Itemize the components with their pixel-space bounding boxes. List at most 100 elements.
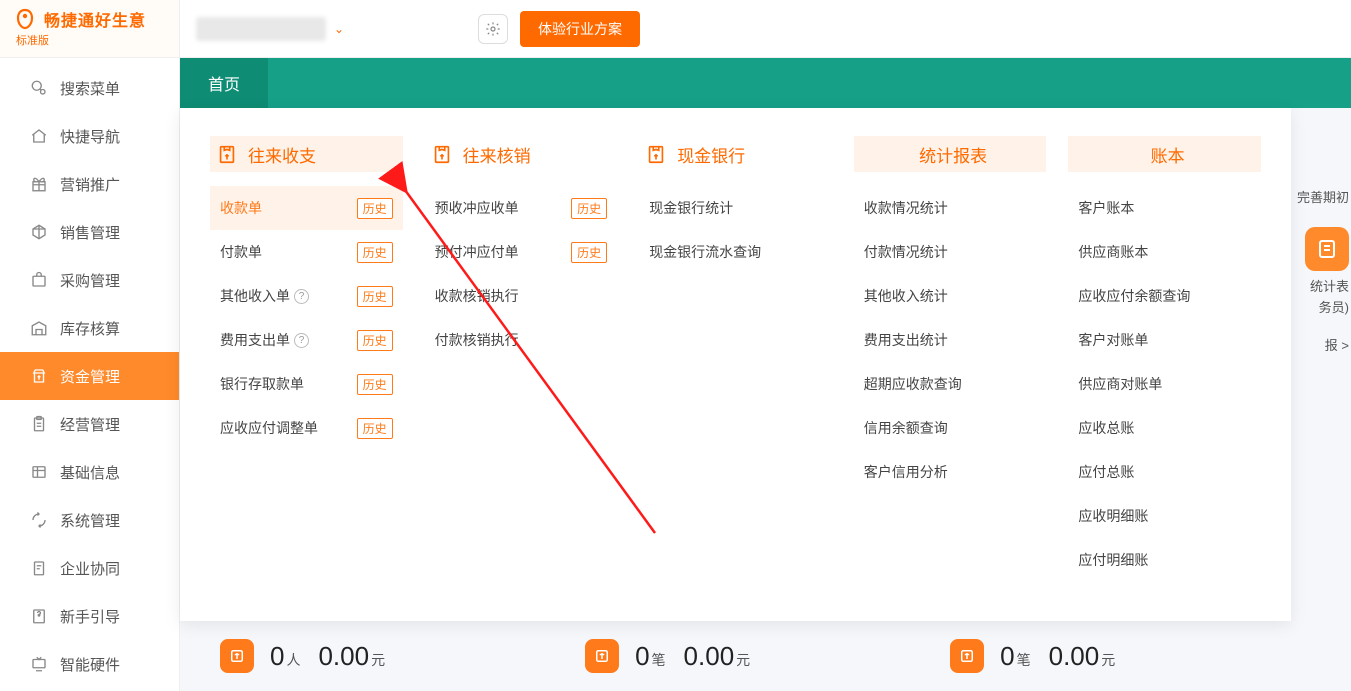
mega-item[interactable]: 超期应收款查询 <box>854 362 1047 406</box>
right-hint-1[interactable]: 完善期初 <box>1297 188 1351 209</box>
mega-item[interactable]: 供应商对账单 <box>1068 362 1261 406</box>
mega-item[interactable]: 客户信用分析 <box>854 450 1047 494</box>
settings-button[interactable] <box>478 14 508 44</box>
sidebar-item-10[interactable]: 企业协同 <box>0 544 179 592</box>
mega-item[interactable]: 付款核销执行 <box>425 318 618 362</box>
mega-item-label: 客户信用分析 <box>864 462 948 482</box>
mega-item[interactable]: 应付明细账 <box>1068 538 1261 582</box>
sidebar-item-11[interactable]: 新手引导 <box>0 592 179 640</box>
sidebar-item-7[interactable]: 经营管理 <box>0 400 179 448</box>
mega-item[interactable]: 应收应付余额查询 <box>1068 274 1261 318</box>
mega-item[interactable]: 供应商账本 <box>1068 230 1261 274</box>
sidebar-item-label: 系统管理 <box>60 510 120 531</box>
mega-column-header: 往来核销 <box>425 136 618 172</box>
mega-item[interactable]: 应收应付调整单 历史 <box>210 406 403 450</box>
sidebar-item-12[interactable]: 智能硬件 <box>0 640 179 688</box>
brand-logo-icon <box>12 6 38 32</box>
sidebar: 畅捷通好生意 标准版 搜索菜单快捷导航营销推广销售管理采购管理库存核算资金管理经… <box>0 0 180 691</box>
warehouse-icon <box>30 319 48 337</box>
mega-item[interactable]: 预付冲应付单历史 <box>425 230 618 274</box>
mega-item[interactable]: 费用支出单?历史 <box>210 318 403 362</box>
app-root: 畅捷通好生意 标准版 搜索菜单快捷导航营销推广销售管理采购管理库存核算资金管理经… <box>0 0 1351 691</box>
sidebar-item-4[interactable]: 采购管理 <box>0 256 179 304</box>
history-tag[interactable]: 历史 <box>357 330 393 351</box>
mega-item[interactable]: 其他收入统计 <box>854 274 1047 318</box>
mega-item[interactable]: 费用支出统计 <box>854 318 1047 362</box>
mega-item-label: 应收应付调整单 <box>220 418 318 438</box>
mega-item[interactable]: 现金银行流水查询 <box>639 230 832 274</box>
mega-column-1: 往来核销预收冲应收单历史预付冲应付单历史收款核销执行付款核销执行 <box>425 136 618 591</box>
mega-item-label: 其他收入统计 <box>864 286 948 306</box>
help-icon[interactable]: ? <box>294 333 309 348</box>
guide-icon <box>30 607 48 625</box>
history-tag[interactable]: 历史 <box>357 198 393 219</box>
history-tag[interactable]: 历史 <box>357 286 393 307</box>
sidebar-item-0[interactable]: 搜索菜单 <box>0 64 179 112</box>
mega-item[interactable]: 现金银行统计 <box>639 186 832 230</box>
sidebar-item-label: 智能硬件 <box>60 654 120 675</box>
sidebar-nav: 搜索菜单快捷导航营销推广销售管理采购管理库存核算资金管理经营管理基础信息系统管理… <box>0 58 179 691</box>
stat-block-2: 0笔 0.00元 <box>950 639 1115 673</box>
mega-column-title: 统计报表 <box>919 142 987 167</box>
mega-item-label: 应收应付余额查询 <box>1078 286 1190 306</box>
sidebar-item-6[interactable]: 资金管理 <box>0 352 179 400</box>
history-tag[interactable]: 历史 <box>357 374 393 395</box>
industry-plan-button[interactable]: 体验行业方案 <box>520 11 640 47</box>
mega-column-title: 往来收支 <box>248 142 316 167</box>
mega-item-label: 应付明细账 <box>1078 550 1148 570</box>
mega-item-label: 费用支出统计 <box>864 330 948 350</box>
mega-item[interactable]: 应收明细账 <box>1068 494 1261 538</box>
home-icon <box>30 127 48 145</box>
mega-column-0: 往来收支收款单历史付款单历史其他收入单?历史费用支出单?历史银行存取款单历史应收… <box>210 136 403 591</box>
gear-icon <box>485 21 501 37</box>
right-hint-3[interactable]: 报 > <box>1325 336 1351 357</box>
mega-item[interactable]: 应收总账 <box>1068 406 1261 450</box>
doc-icon <box>431 143 453 165</box>
mega-item[interactable]: 付款单历史 <box>210 230 403 274</box>
mega-item[interactable]: 客户对账单 <box>1068 318 1261 362</box>
sidebar-item-5[interactable]: 库存核算 <box>0 304 179 352</box>
stat-icon <box>950 639 984 673</box>
mega-item[interactable]: 银行存取款单历史 <box>210 362 403 406</box>
main-area: ⌄ 体验行业方案 首页 完善期初 统计表 务员) 报 > <box>180 0 1351 691</box>
mega-item[interactable]: 应付总账 <box>1068 450 1261 494</box>
mega-item[interactable]: 收款情况统计 <box>854 186 1047 230</box>
help-icon[interactable]: ? <box>294 289 309 304</box>
mega-item-label: 现金银行流水查询 <box>649 242 761 262</box>
sidebar-item-label: 营销推广 <box>60 174 120 195</box>
right-shortcut[interactable]: 统计表 务员) <box>1305 227 1351 319</box>
sidebar-item-label: 企业协同 <box>60 558 120 579</box>
sidebar-item-1[interactable]: 快捷导航 <box>0 112 179 160</box>
sidebar-item-3[interactable]: 销售管理 <box>0 208 179 256</box>
sidebar-item-label: 库存核算 <box>60 318 120 339</box>
sidebar-item-2[interactable]: 营销推广 <box>0 160 179 208</box>
sidebar-item-9[interactable]: 系统管理 <box>0 496 179 544</box>
mega-item[interactable]: 信用余额查询 <box>854 406 1047 450</box>
mega-item[interactable]: 收款核销执行 <box>425 274 618 318</box>
mega-item[interactable]: 其他收入单?历史 <box>210 274 403 318</box>
sidebar-item-label: 采购管理 <box>60 270 120 291</box>
chevron-down-icon: ⌄ <box>334 22 344 36</box>
mega-item[interactable]: 预收冲应收单历史 <box>425 186 618 230</box>
tab-home[interactable]: 首页 <box>180 58 268 108</box>
history-tag[interactable]: 历史 <box>357 418 393 439</box>
history-tag[interactable]: 历史 <box>571 242 607 263</box>
mega-item-label: 客户对账单 <box>1078 330 1148 350</box>
history-tag[interactable]: 历史 <box>571 198 607 219</box>
mega-item[interactable]: 收款单历史 <box>210 186 403 230</box>
mega-column-header: 统计报表 <box>854 136 1047 172</box>
sidebar-item-label: 销售管理 <box>60 222 120 243</box>
org-selector[interactable]: ⌄ <box>196 17 466 41</box>
mega-item-label: 供应商账本 <box>1078 242 1148 262</box>
sidebar-item-8[interactable]: 基础信息 <box>0 448 179 496</box>
doc-icon <box>645 143 667 165</box>
stat-icon <box>220 639 254 673</box>
mega-item[interactable]: 客户账本 <box>1068 186 1261 230</box>
loop-icon <box>30 511 48 529</box>
mega-item-label: 现金银行统计 <box>649 198 733 218</box>
mega-item-label: 客户账本 <box>1078 198 1134 218</box>
report-icon <box>1305 227 1349 271</box>
mega-item[interactable]: 付款情况统计 <box>854 230 1047 274</box>
mega-item-label: 应收明细账 <box>1078 506 1148 526</box>
history-tag[interactable]: 历史 <box>357 242 393 263</box>
